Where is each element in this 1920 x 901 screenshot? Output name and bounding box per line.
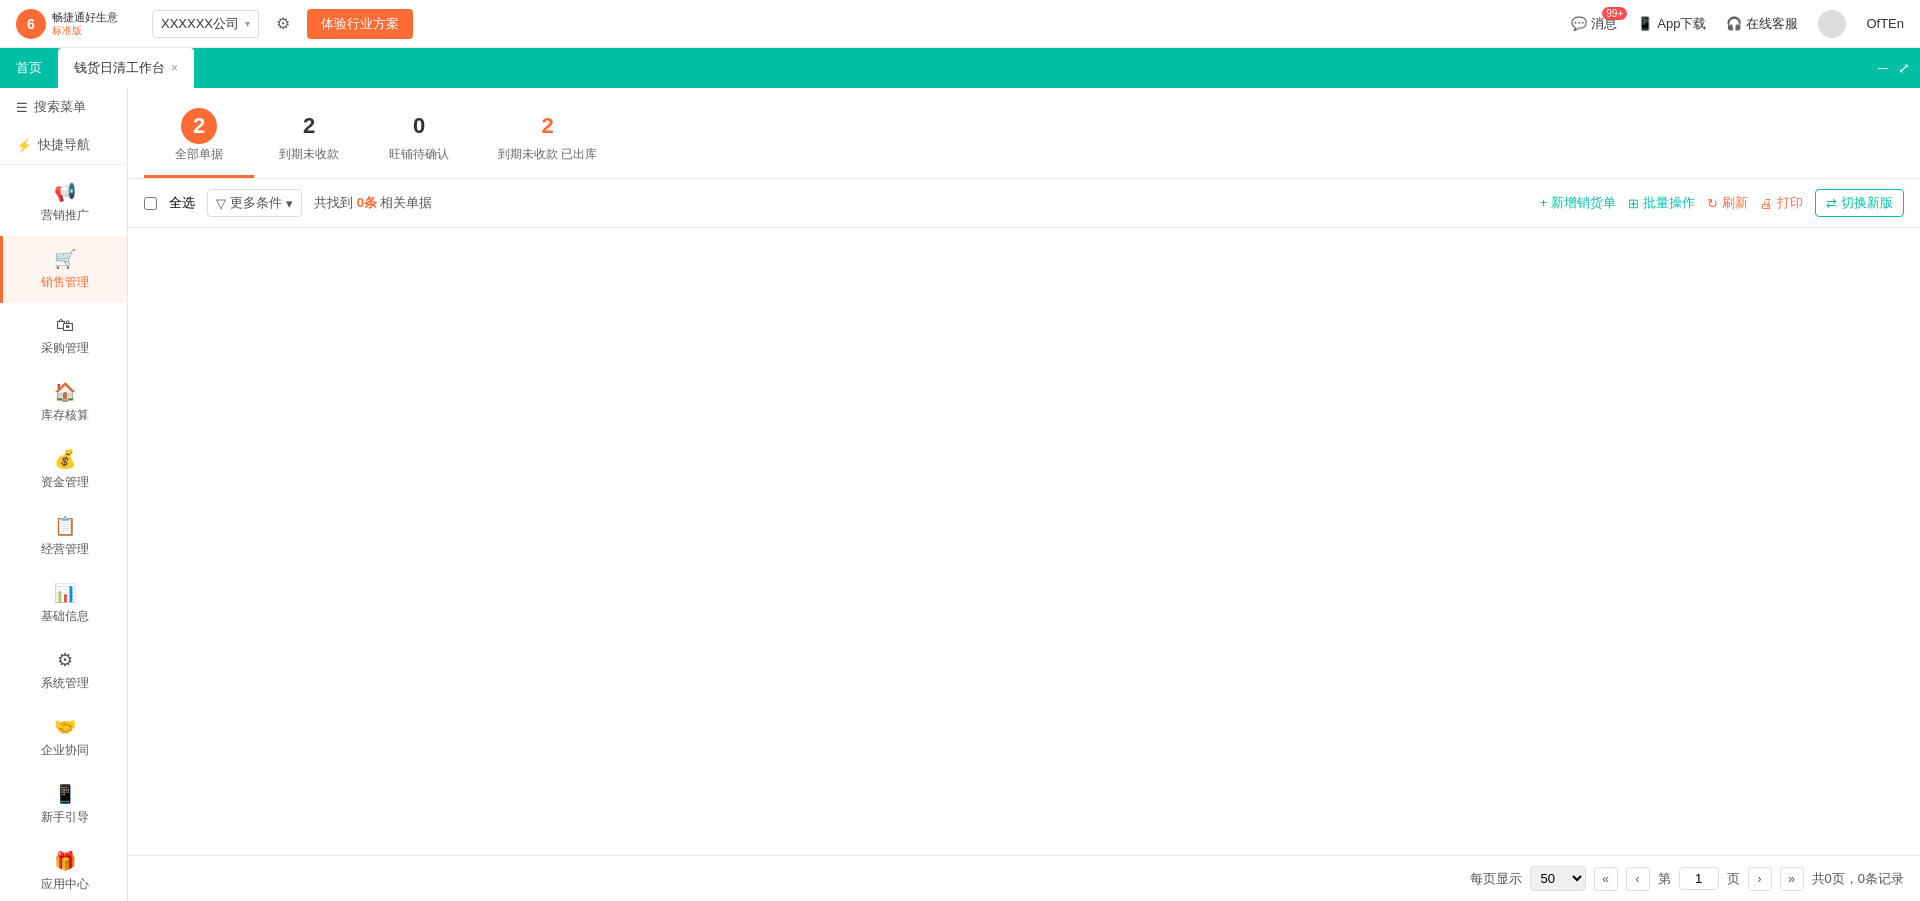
stat-tab-overdue[interactable]: 2 到期未收款 [254, 100, 364, 178]
main-layout: ☰ 搜索菜单 ⚡ 快捷导航 📢 营销推广 🛒 销售管理 🛍 采购管理 🏠 库存核… [0, 88, 1920, 901]
sidebar-item-system[interactable]: ⚙ 系统管理 [0, 637, 127, 704]
tab-minimize-icon[interactable]: ─ [1878, 60, 1888, 76]
tab-close-icon[interactable]: × [171, 61, 178, 75]
app-center-icon: 🎁 [54, 850, 76, 872]
refresh-button[interactable]: ↻ 刷新 [1707, 194, 1748, 212]
filter-icon: ▽ [216, 196, 226, 211]
pagination: 每页显示 50 100 200 « ‹ 第 页 › » 共0页，0条记录 [128, 855, 1920, 901]
settings-button[interactable]: ⚙ [269, 10, 297, 38]
marketing-icon: 📢 [54, 181, 76, 203]
message-icon: 💬 [1571, 16, 1587, 31]
per-page-select[interactable]: 50 100 200 [1530, 866, 1586, 891]
prev-page-button[interactable]: ‹ [1626, 867, 1650, 891]
logo-area: 6 畅捷通好生意 标准版 [16, 9, 144, 39]
experience-button[interactable]: 体验行业方案 [307, 9, 413, 39]
sidebar-item-cooperation[interactable]: 🤝 企业协同 [0, 704, 127, 771]
avatar[interactable] [1818, 10, 1846, 38]
toolbar-right: + 新增销货单 ⊞ 批量操作 ↻ 刷新 🖨 打印 ⇄ 切换新版 [1540, 189, 1904, 217]
stat-label-overdue: 到期未收款 [279, 146, 339, 163]
filter-button[interactable]: ▽ 更多条件 ▾ [207, 189, 302, 217]
first-page-button[interactable]: « [1594, 867, 1618, 891]
tab-bar: 首页 钱货日清工作台 × ─ ⤢ [0, 48, 1920, 88]
select-all-label: 全选 [169, 194, 195, 212]
company-selector[interactable]: XXXXXX公司 ▾ [152, 10, 259, 38]
page-of-label: 页 [1727, 870, 1740, 888]
stat-label-shipped: 到期未收款 已出库 [498, 146, 597, 163]
inventory-icon: 🏠 [54, 381, 76, 403]
toolbar: 全选 ▽ 更多条件 ▾ 共找到 0条 相关单据 + 新增销货单 ⊞ 批量操作 [128, 179, 1920, 228]
table-area [128, 228, 1920, 855]
tab-home[interactable]: 首页 [0, 48, 58, 88]
sales-icon: 🛒 [54, 248, 76, 270]
sidebar-item-finance[interactable]: 💰 资金管理 [0, 436, 127, 503]
sidebar-top: ☰ 搜索菜单 ⚡ 快捷导航 [0, 88, 127, 165]
basic-icon: 📊 [54, 582, 76, 604]
quick-nav-icon: ⚡ [16, 138, 32, 153]
print-button[interactable]: 🖨 打印 [1760, 194, 1803, 212]
result-count: 0条 [357, 195, 377, 210]
result-text: 共找到 0条 相关单据 [314, 194, 432, 212]
switch-icon: ⇄ [1826, 196, 1837, 211]
sidebar: ☰ 搜索菜单 ⚡ 快捷导航 📢 营销推广 🛒 销售管理 🛍 采购管理 🏠 库存核… [0, 88, 128, 901]
cooperation-icon: 🤝 [54, 716, 76, 738]
switch-new-version-button[interactable]: ⇄ 切换新版 [1815, 189, 1904, 217]
logo-text: 畅捷通好生意 标准版 [52, 10, 118, 37]
sidebar-item-app-center[interactable]: 🎁 应用中心 [0, 838, 127, 901]
refresh-icon: ↻ [1707, 196, 1718, 211]
filter-chevron-icon: ▾ [286, 196, 293, 211]
message-button[interactable]: 💬 消息 99+ [1571, 15, 1617, 33]
content-area: 2 全部单据 2 到期未收款 0 旺铺待确认 2 到期未收款 已出库 全选 ▽ … [128, 88, 1920, 901]
logo-icon: 6 [16, 9, 46, 39]
sidebar-item-inventory[interactable]: 🏠 库存核算 [0, 369, 127, 436]
stat-number-all: 2 [181, 108, 217, 144]
stat-label-all: 全部单据 [175, 146, 223, 163]
tab-active[interactable]: 钱货日清工作台 × [58, 48, 194, 88]
stat-number-overdue: 2 [291, 108, 327, 144]
stat-number-shipped: 2 [530, 108, 566, 144]
stat-tab-shipped[interactable]: 2 到期未收款 已出库 [474, 100, 621, 178]
username: OfTEn [1866, 16, 1904, 31]
sidebar-item-operations[interactable]: 📋 经营管理 [0, 503, 127, 570]
stat-tab-pending[interactable]: 0 旺铺待确认 [364, 100, 474, 178]
online-service-button[interactable]: 🎧 在线客服 [1726, 15, 1798, 33]
company-name: XXXXXX公司 [161, 15, 239, 33]
per-page-label: 每页显示 [1470, 870, 1522, 888]
sidebar-item-guide[interactable]: 📱 新手引导 [0, 771, 127, 838]
top-header: 6 畅捷通好生意 标准版 XXXXXX公司 ▾ ⚙ 体验行业方案 💬 消息 99… [0, 0, 1920, 48]
select-all-checkbox[interactable] [144, 197, 157, 210]
message-badge: 99+ [1602, 7, 1627, 20]
sidebar-item-marketing[interactable]: 📢 营销推广 [0, 169, 127, 236]
page-label: 第 [1658, 870, 1671, 888]
print-icon: 🖨 [1760, 196, 1773, 211]
sidebar-quick-nav[interactable]: ⚡ 快捷导航 [0, 126, 127, 164]
next-page-button[interactable]: › [1748, 867, 1772, 891]
sidebar-search-menu[interactable]: ☰ 搜索菜单 [0, 88, 127, 126]
chevron-down-icon: ▾ [245, 18, 250, 29]
sidebar-item-basic[interactable]: 📊 基础信息 [0, 570, 127, 637]
service-icon: 🎧 [1726, 16, 1742, 31]
tab-actions: ─ ⤢ [1878, 60, 1920, 76]
sidebar-item-sales[interactable]: 🛒 销售管理 [0, 236, 127, 303]
page-summary: 共0页，0条记录 [1812, 870, 1904, 888]
header-right: 💬 消息 99+ 📱 App下载 🎧 在线客服 OfTEn [1571, 10, 1904, 38]
finance-icon: 💰 [54, 448, 76, 470]
system-icon: ⚙ [57, 649, 73, 671]
batch-operation-button[interactable]: ⊞ 批量操作 [1628, 194, 1695, 212]
stats-tabs: 2 全部单据 2 到期未收款 0 旺铺待确认 2 到期未收款 已出库 [128, 88, 1920, 179]
stat-number-pending: 0 [401, 108, 437, 144]
last-page-button[interactable]: » [1780, 867, 1804, 891]
current-page-input[interactable] [1679, 867, 1719, 890]
stat-label-pending: 旺铺待确认 [389, 146, 449, 163]
purchase-icon: 🛍 [56, 315, 74, 336]
app-download-button[interactable]: 📱 App下载 [1637, 15, 1706, 33]
guide-icon: 📱 [54, 783, 76, 805]
search-icon: ☰ [16, 100, 28, 115]
stat-tab-all[interactable]: 2 全部单据 [144, 100, 254, 178]
new-sales-order-button[interactable]: + 新增销货单 [1540, 194, 1616, 212]
batch-icon: ⊞ [1628, 196, 1639, 211]
sidebar-item-purchase[interactable]: 🛍 采购管理 [0, 303, 127, 369]
tab-maximize-icon[interactable]: ⤢ [1898, 60, 1910, 76]
app-download-icon: 📱 [1637, 16, 1653, 31]
operations-icon: 📋 [54, 515, 76, 537]
